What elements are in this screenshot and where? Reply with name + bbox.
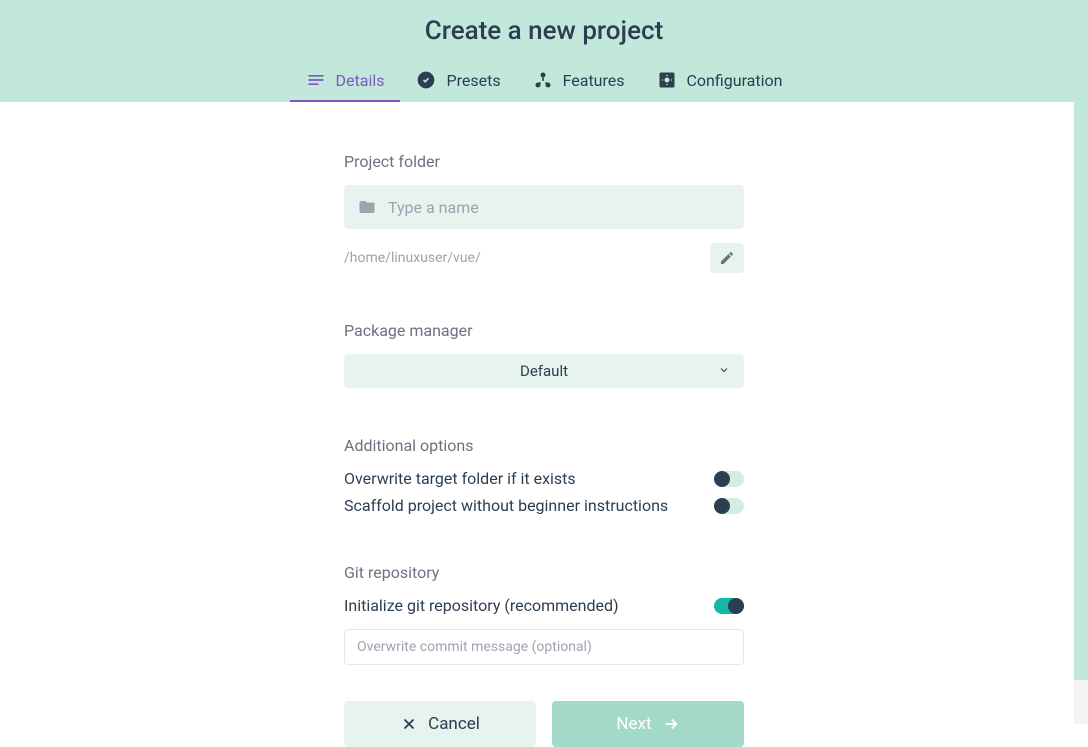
tab-label: Features: [563, 71, 625, 90]
form: Project folder /home/linuxuser/vue/ Pack…: [344, 152, 744, 747]
button-label: Next: [616, 714, 651, 734]
toggle-label: Scaffold project without beginner instru…: [344, 496, 668, 515]
commit-message-input[interactable]: [357, 639, 731, 655]
content: Project folder /home/linuxuser/vue/ Pack…: [0, 102, 1088, 747]
tab-details[interactable]: Details: [290, 60, 401, 102]
settings-icon: [657, 70, 677, 90]
tab-label: Presets: [446, 71, 500, 90]
project-name-input[interactable]: [388, 198, 730, 217]
folder-input-wrapper[interactable]: [344, 185, 744, 229]
section-additional-options: Additional options Overwrite target fold…: [344, 436, 744, 515]
toggle-scaffold[interactable]: [714, 498, 744, 514]
toggle-overwrite[interactable]: [714, 471, 744, 487]
section-package-manager: Package manager Default: [344, 321, 744, 388]
dropdown-selected: Default: [520, 362, 568, 380]
page-title: Create a new project: [425, 0, 663, 60]
tab-configuration[interactable]: Configuration: [641, 60, 799, 102]
section-label: Package manager: [344, 321, 744, 340]
check-circle-icon: [416, 70, 436, 90]
toggle-row-git-init: Initialize git repository (recommended): [344, 596, 744, 615]
close-icon: [400, 715, 418, 733]
pencil-icon: [719, 250, 735, 266]
section-label: Git repository: [344, 563, 744, 582]
section-git-repository: Git repository Initialize git repository…: [344, 563, 744, 665]
toggle-label: Overwrite target folder if it exists: [344, 469, 576, 488]
path-row: /home/linuxuser/vue/: [344, 243, 744, 273]
section-label: Project folder: [344, 152, 744, 171]
cancel-button[interactable]: Cancel: [344, 701, 536, 747]
tab-label: Configuration: [687, 71, 783, 90]
toggle-knob: [714, 498, 730, 514]
commit-input-wrapper[interactable]: [344, 629, 744, 665]
tab-presets[interactable]: Presets: [400, 60, 516, 102]
toggle-git-init[interactable]: [714, 598, 744, 614]
notes-icon: [306, 70, 326, 90]
toggle-knob: [728, 598, 744, 614]
section-label: Additional options: [344, 436, 744, 455]
button-label: Cancel: [428, 714, 480, 734]
tab-features[interactable]: Features: [517, 60, 641, 102]
hub-icon: [533, 70, 553, 90]
package-manager-dropdown[interactable]: Default: [344, 354, 744, 388]
next-button[interactable]: Next: [552, 701, 744, 747]
toggle-row-overwrite: Overwrite target folder if it exists: [344, 469, 744, 488]
arrow-right-icon: [662, 715, 680, 733]
tabs: Details Presets Features Configuration: [290, 60, 799, 102]
scrollbar[interactable]: [1074, 0, 1088, 724]
buttons: Cancel Next: [344, 701, 744, 747]
section-project-folder: Project folder /home/linuxuser/vue/: [344, 152, 744, 273]
toggle-row-scaffold: Scaffold project without beginner instru…: [344, 496, 744, 515]
chevron-down-icon: [718, 362, 730, 380]
toggle-label: Initialize git repository (recommended): [344, 596, 619, 615]
scroll-thumb[interactable]: [1074, 0, 1088, 680]
toggle-knob: [714, 471, 730, 487]
tab-label: Details: [336, 71, 385, 90]
folder-icon: [358, 198, 376, 216]
header: Create a new project Details Presets Fea…: [0, 0, 1088, 102]
edit-path-button[interactable]: [710, 243, 744, 273]
project-path: /home/linuxuser/vue/: [344, 250, 481, 266]
